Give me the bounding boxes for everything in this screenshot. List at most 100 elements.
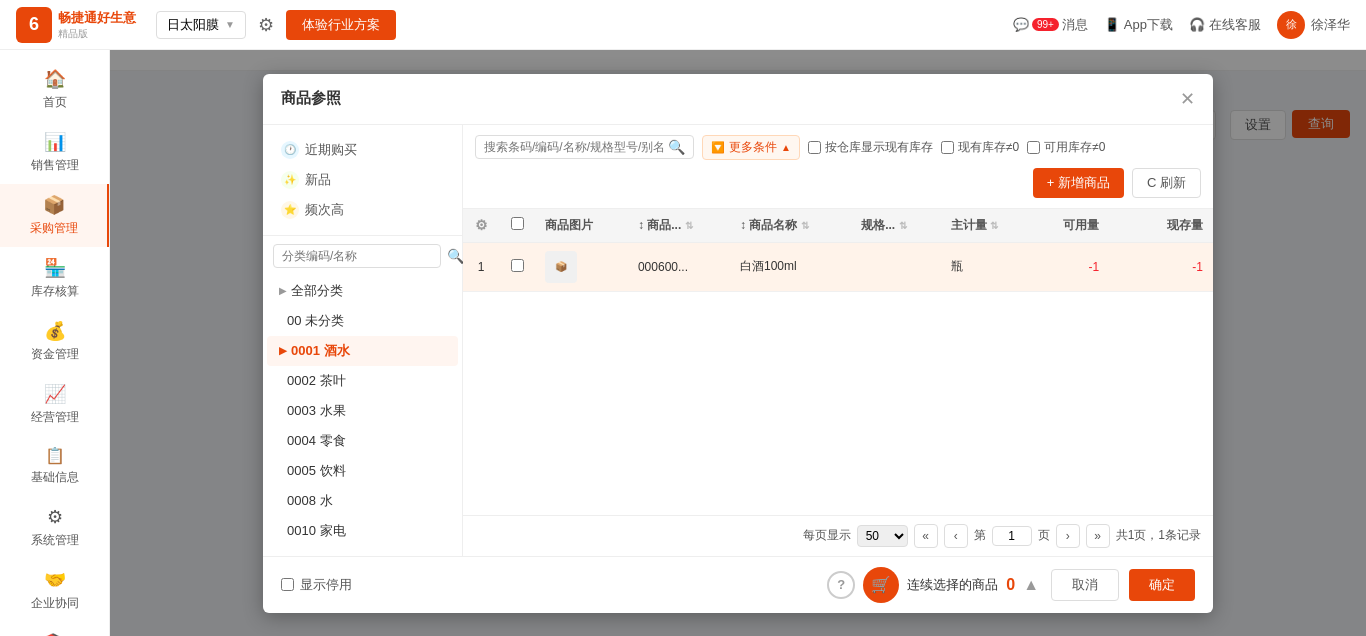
topbar-right: 💬 99+ 消息 📱 App下载 🎧 在线客服 徐 徐泽华 [1013,11,1350,39]
new-icon: ✨ [281,171,299,189]
exp-btn[interactable]: 体验行业方案 [286,10,396,40]
sidebar-item-finance[interactable]: 💰 资金管理 [0,310,109,373]
quick-item-recent[interactable]: 🕐 近期购买 [273,135,452,165]
display-disabled-toggle[interactable]: 显示停用 [281,576,352,594]
search-icon[interactable]: 🔍 [668,139,685,155]
more-filters-btn[interactable]: 🔽 更多条件 ▲ [702,135,800,160]
warehouse-stock-label: 按仓库显示现有库存 [825,139,933,156]
sidebar-item-basic-info[interactable]: 📋 基础信息 [0,436,109,496]
col-checkbox[interactable] [499,209,535,243]
sidebar-item-operations[interactable]: 📈 经营管理 [0,373,109,436]
warehouse-stock-filter[interactable]: 按仓库显示现有库存 [808,139,933,156]
cat-drink-label: 0005 饮料 [287,463,346,478]
next-page-btn[interactable]: › [1056,524,1080,548]
row-unit: 瓶 [941,242,1033,291]
page-input[interactable] [992,526,1032,546]
cat-item-tea[interactable]: 0002 茶叶 [267,366,458,396]
modal-header: 商品参照 ✕ [263,74,1213,125]
sidebar-item-system[interactable]: ⚙ 系统管理 [0,496,109,559]
per-page-label: 每页显示 [803,527,851,544]
gear-icon[interactable]: ⚙ [258,14,274,36]
available-stock-filter[interactable]: 现有库存≠0 [941,139,1019,156]
sidebar-purchase-label: 采购管理 [30,220,78,237]
store-selector[interactable]: 日太阳膜 ▼ [156,11,246,39]
table-row[interactable]: 1 📦 000600... 白酒100ml 瓶 [463,242,1213,291]
col-unit[interactable]: 主计量 ⇅ [941,209,1033,243]
add-product-btn[interactable]: + 新增商品 [1033,168,1124,198]
filter-arrow-icon: ▲ [781,142,791,153]
row-checkbox[interactable] [499,242,535,291]
usable-stock-filter[interactable]: 可用库存≠0 [1027,139,1105,156]
logo-text-group: 畅捷通好生意 精品版 [58,9,136,41]
quick-item-freq[interactable]: ⭐ 频次高 [273,195,452,225]
cart-icon-btn[interactable]: 🛒 [863,567,899,603]
footer-right-btns: 取消 确定 [1051,569,1195,601]
cat-appliance-label: 0010 家电 [287,523,346,538]
cat-all-label: 全部分类 [291,282,343,300]
logo-main-text: 畅捷通好生意 [58,9,136,27]
layout: 🏠 首页 📊 销售管理 📦 采购管理 🏪 库存核算 💰 资金管理 📈 经营管理 … [0,50,1366,636]
sidebar-item-guide[interactable]: 📚 新手引导 [0,622,109,636]
avatar: 徐 [1277,11,1305,39]
category-search-input[interactable] [273,244,441,268]
available-stock-checkbox[interactable] [941,141,954,154]
cat-item-water[interactable]: 0008 水 [267,486,458,516]
warehouse-stock-checkbox[interactable] [808,141,821,154]
col-settings[interactable]: ⚙ [463,209,499,243]
col-settings-icon: ⚙ [475,217,488,233]
cat-tea-label: 0002 茶叶 [287,373,346,388]
sidebar-item-inventory[interactable]: 🏪 库存核算 [0,247,109,310]
modal-footer: 显示停用 ? 🛒 连续选择的商品 0 ▲ 取消 确定 [263,556,1213,613]
col-code[interactable]: ↕ 商品... ⇅ [628,209,730,243]
col-name[interactable]: ↕ 商品名称 ⇅ [730,209,851,243]
confirm-btn[interactable]: 确定 [1129,569,1195,601]
available-stock-label: 现有库存≠0 [958,139,1019,156]
footer-center: ? 🛒 连续选择的商品 0 ▲ [827,567,1039,603]
service-btn[interactable]: 🎧 在线客服 [1189,16,1261,34]
user-area[interactable]: 徐 徐泽华 [1277,11,1350,39]
cat-item-uncategorized[interactable]: 00 未分类 [267,306,458,336]
prev-page-btn[interactable]: ‹ [944,524,968,548]
refresh-btn[interactable]: C 刷新 [1132,168,1201,198]
cat-liquor-label: 0001 酒水 [291,342,350,360]
message-badge: 99+ [1032,18,1059,31]
sidebar-item-purchase[interactable]: 📦 采购管理 [0,184,109,247]
sidebar-item-sales[interactable]: 📊 销售管理 [0,121,109,184]
col-spec[interactable]: 规格... ⇅ [851,209,940,243]
cat-fruit-label: 0003 水果 [287,403,346,418]
cat-item-all[interactable]: ▶ 全部分类 [267,276,458,306]
quick-item-new[interactable]: ✨ 新品 [273,165,452,195]
messages-btn[interactable]: 💬 99+ 消息 [1013,16,1088,34]
per-page-select[interactable]: 50 10 20 100 [857,525,908,547]
sidebar-operations-label: 经营管理 [31,409,79,426]
help-icon-btn[interactable]: ? [827,571,855,599]
row-select-checkbox[interactable] [511,259,524,272]
display-disabled-checkbox[interactable] [281,578,294,591]
app-download-btn[interactable]: 📱 App下载 [1104,16,1173,34]
selected-count: 0 [1006,576,1015,594]
cancel-btn[interactable]: 取消 [1051,569,1119,601]
cat-item-snack[interactable]: 0004 零食 [267,426,458,456]
collapse-footer-icon[interactable]: ▲ [1023,576,1039,594]
cat-item-fruit[interactable]: 0003 水果 [267,396,458,426]
quick-recent-label: 近期购买 [305,141,357,159]
last-page-btn[interactable]: » [1086,524,1110,548]
operations-icon: 📈 [44,383,66,405]
select-all-checkbox[interactable] [511,217,524,230]
cat-uncategorized-label: 00 未分类 [287,313,344,328]
row-spec [851,242,940,291]
product-search-input[interactable] [484,140,664,154]
cat-item-liquor[interactable]: ▶ 0001 酒水 [267,336,458,366]
cat-item-drink[interactable]: 0005 饮料 [267,456,458,486]
close-icon[interactable]: ✕ [1180,88,1195,110]
cat-all-arrow: ▶ [279,285,287,296]
cat-item-appliance[interactable]: 0010 家电 [267,516,458,546]
quick-new-label: 新品 [305,171,331,189]
sidebar-item-home[interactable]: 🏠 首页 [0,58,109,121]
category-search-icon[interactable]: 🔍 [447,248,464,264]
usable-stock-checkbox[interactable] [1027,141,1040,154]
category-list: ▶ 全部分类 00 未分类 ▶ 0001 酒水 0002 茶 [263,276,462,546]
sidebar-item-enterprise[interactable]: 🤝 企业协同 [0,559,109,622]
product-thumbnail: 📦 [545,251,577,283]
first-page-btn[interactable]: « [914,524,938,548]
